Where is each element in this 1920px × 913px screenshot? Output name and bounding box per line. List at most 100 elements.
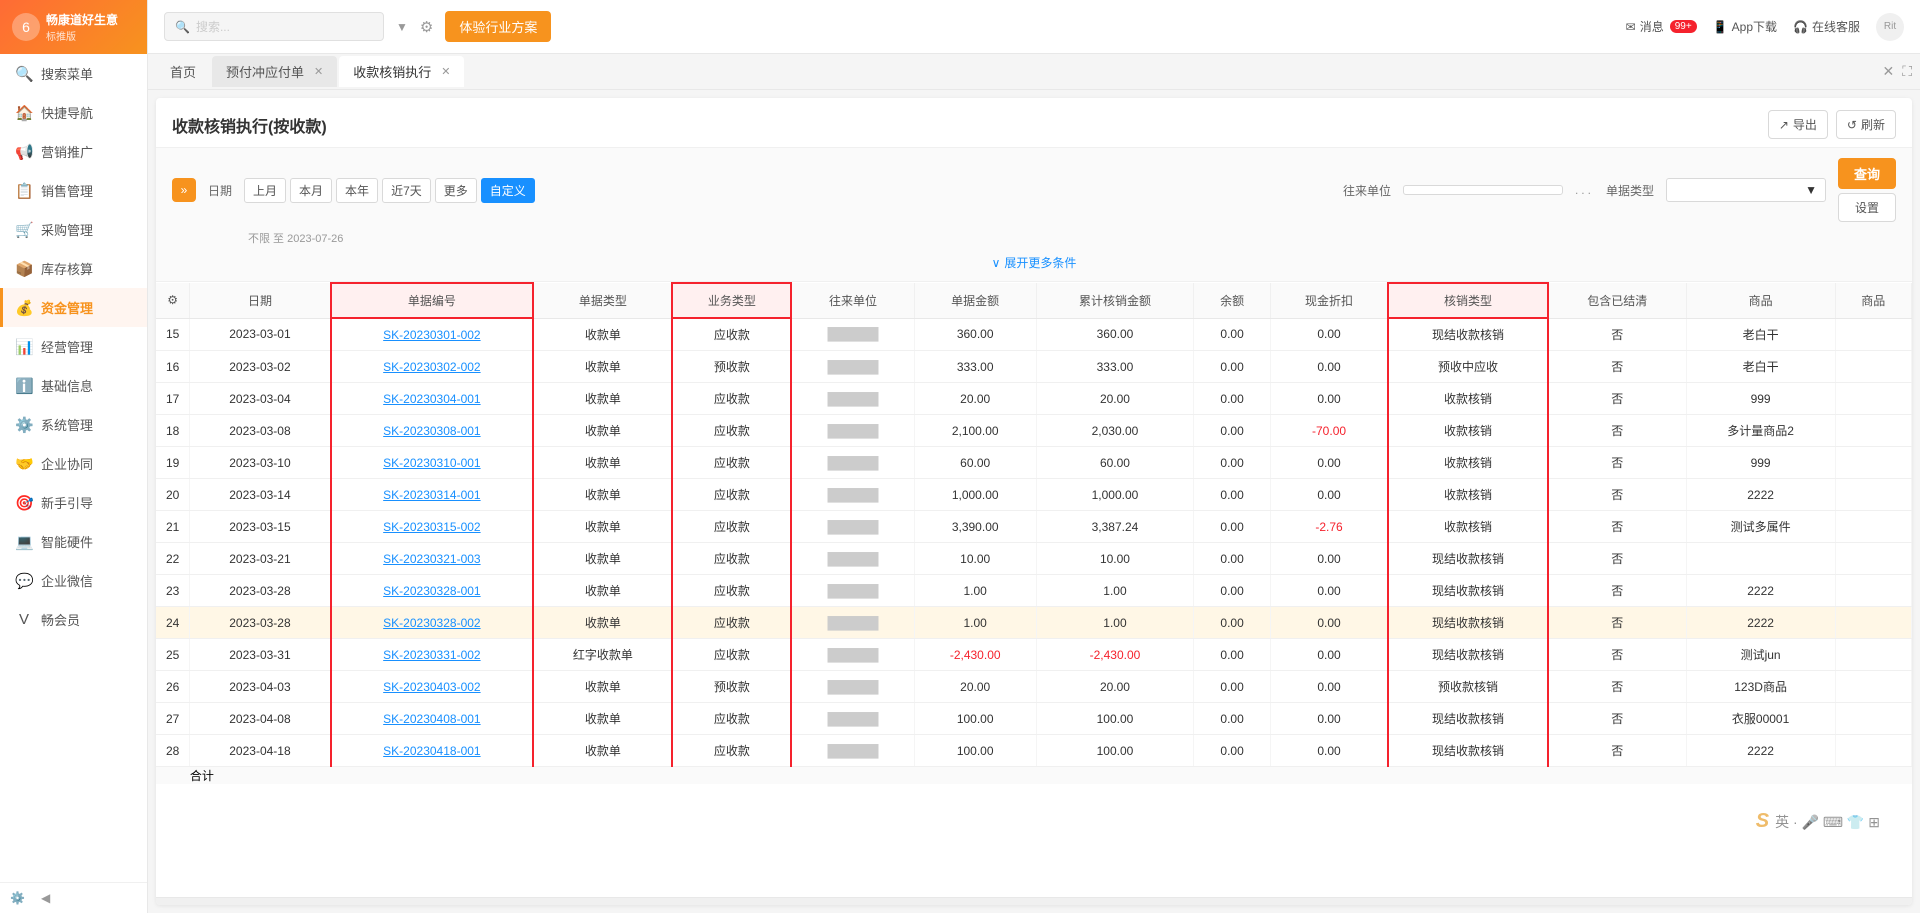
export-button[interactable]: ↗ 导出 (1768, 110, 1828, 139)
sidebar-item-marketing[interactable]: 📢 营销推广 (0, 132, 147, 171)
bill-type-select[interactable]: ▼ (1666, 178, 1826, 202)
query-button[interactable]: 查询 (1838, 158, 1896, 189)
cell-bill-no-link[interactable]: SK-20230301-002 (383, 328, 480, 342)
cell-bill-no-link[interactable]: SK-20230315-002 (383, 520, 480, 534)
cell-bill-no[interactable]: SK-20230315-002 (331, 511, 534, 543)
table-row[interactable]: 252023-03-31SK-20230331-002红字收款单应收款█████… (156, 639, 1912, 671)
cell-bill-no[interactable]: SK-20230403-002 (331, 671, 534, 703)
cell-bill-no[interactable]: SK-20230331-002 (331, 639, 534, 671)
cell-bill-no-link[interactable]: SK-20230321-003 (383, 552, 480, 566)
footer-settings (156, 767, 190, 785)
sidebar-item-basic-info[interactable]: ℹ️ 基础信息 (0, 366, 147, 405)
table-row[interactable]: 152023-03-01SK-20230301-002收款单应收款██████3… (156, 318, 1912, 351)
sidebar-navigation: 🔍 搜索菜单 🏠 快捷导航 📢 营销推广 📋 销售管理 🛒 采购管理 📦 库存核… (0, 54, 147, 882)
messages-button[interactable]: ✉ 消息 99+ (1626, 18, 1697, 35)
cell-bill-no-link[interactable]: SK-20230418-001 (383, 744, 480, 758)
industry-solution-button[interactable]: 体验行业方案 (445, 11, 551, 42)
tab-prepay-payable[interactable]: 预付冲应付单 ✕ (212, 56, 337, 87)
tab-close-receipt[interactable]: ✕ (441, 65, 450, 78)
topbar-gear-icon[interactable]: ⚙ (420, 18, 433, 36)
cell-bill-no-link[interactable]: SK-20230403-002 (383, 680, 480, 694)
app-download-button[interactable]: 📱 App下载 (1713, 18, 1777, 35)
tab-close-all-icon[interactable]: ✕ (1882, 63, 1894, 80)
sidebar-item-sales[interactable]: 📋 销售管理 (0, 171, 147, 210)
bell-icon: ✉ (1626, 20, 1636, 34)
cell-bill-no-link[interactable]: SK-20230310-001 (383, 456, 480, 470)
cell-bill-no[interactable]: SK-20230418-001 (331, 735, 534, 767)
table-row[interactable]: 172023-03-04SK-20230304-001收款单应收款██████2… (156, 383, 1912, 415)
sidebar-item-purchase[interactable]: 🛒 采购管理 (0, 210, 147, 249)
filter-toggle-button[interactable]: » (172, 178, 196, 202)
expand-more-button[interactable]: ∨ 展开更多条件 (992, 254, 1077, 271)
this-year-button[interactable]: 本年 (336, 178, 378, 203)
cell-bill-no[interactable]: SK-20230328-001 (331, 575, 534, 607)
refresh-button[interactable]: ↺ 刷新 (1836, 110, 1896, 139)
tab-close-prepay[interactable]: ✕ (314, 65, 323, 78)
last-month-button[interactable]: 上月 (244, 178, 286, 203)
user-avatar[interactable]: Rit (1876, 13, 1904, 41)
sidebar-item-quick-nav[interactable]: 🏠 快捷导航 (0, 93, 147, 132)
cell-bill-no-link[interactable]: SK-20230304-001 (383, 392, 480, 406)
col-header-settings[interactable]: ⚙ (156, 283, 190, 318)
table-row[interactable]: 212023-03-15SK-20230315-002收款单应收款██████3… (156, 511, 1912, 543)
table-row[interactable]: 162023-03-02SK-20230302-002收款单预收款██████3… (156, 351, 1912, 383)
cell-bill-no[interactable]: SK-20230328-002 (331, 607, 534, 639)
setting-button[interactable]: 设置 (1838, 193, 1896, 222)
cell-bill-no-link[interactable]: SK-20230331-002 (383, 648, 480, 662)
col-header-include-settled: 包含已结清 (1548, 283, 1686, 318)
table-row[interactable]: 192023-03-10SK-20230310-001收款单应收款██████6… (156, 447, 1912, 479)
more-dates-button[interactable]: 更多 (435, 178, 477, 203)
horizontal-scrollbar[interactable] (156, 897, 1912, 905)
cell-bill-no[interactable]: SK-20230304-001 (331, 383, 534, 415)
cell-bill-no-link[interactable]: SK-20230302-002 (383, 360, 480, 374)
sidebar-item-finance[interactable]: 💰 资金管理 (0, 288, 147, 327)
cell-bill-no[interactable]: SK-20230314-001 (331, 479, 534, 511)
unit-input[interactable] (1403, 185, 1563, 195)
table-row[interactable]: 182023-03-08SK-20230308-001收款单应收款██████2… (156, 415, 1912, 447)
cell-bill-no[interactable]: SK-20230302-002 (331, 351, 534, 383)
cell-bill-no[interactable]: SK-20230301-002 (331, 318, 534, 351)
sidebar-item-wechat[interactable]: 💬 企业微信 (0, 561, 147, 600)
cell-balance: 0.00 (1194, 383, 1270, 415)
cell-bill-no-link[interactable]: SK-20230408-001 (383, 712, 480, 726)
this-month-button[interactable]: 本月 (290, 178, 332, 203)
cell-biz-type: 应收款 (672, 607, 791, 639)
table-row[interactable]: 242023-03-28SK-20230328-002收款单应收款██████1… (156, 607, 1912, 639)
cell-bill-no-link[interactable]: SK-20230328-001 (383, 584, 480, 598)
sidebar-item-inventory[interactable]: 📦 库存核算 (0, 249, 147, 288)
cell-bill-no[interactable]: SK-20230408-001 (331, 703, 534, 735)
cell-bill-no-link[interactable]: SK-20230308-001 (383, 424, 480, 438)
cell-bill-no[interactable]: SK-20230310-001 (331, 447, 534, 479)
cell-bill-no[interactable]: SK-20230308-001 (331, 415, 534, 447)
cell-include-settled: 否 (1548, 607, 1686, 639)
tab-receipt-writeoff[interactable]: 收款核销执行 ✕ (339, 56, 464, 87)
custom-date-button[interactable]: 自定义 (481, 178, 535, 203)
table-row[interactable]: 272023-04-08SK-20230408-001收款单应收款██████1… (156, 703, 1912, 735)
table-row[interactable]: 282023-04-18SK-20230418-001收款单应收款██████1… (156, 735, 1912, 767)
sidebar-item-search[interactable]: 🔍 搜索菜单 (0, 54, 147, 93)
sidebar-item-operations[interactable]: 📊 经营管理 (0, 327, 147, 366)
main-area: 🔍 搜索... ▼ ⚙ 体验行业方案 ✉ 消息 99+ 📱 App下载 🎧 在线… (148, 0, 1920, 913)
settings-icon[interactable]: ⚙️ (10, 891, 25, 905)
sidebar-item-member[interactable]: V 畅会员 (0, 600, 147, 639)
topbar-chevron-icon[interactable]: ▼ (396, 20, 408, 34)
collapse-icon[interactable]: ◀ (41, 891, 50, 905)
col-header-cash-discount: 现金折扣 (1270, 283, 1388, 318)
table-row[interactable]: 262023-04-03SK-20230403-002收款单预收款██████2… (156, 671, 1912, 703)
cell-bill-no-link[interactable]: SK-20230328-002 (383, 616, 480, 630)
table-row[interactable]: 222023-03-21SK-20230321-003收款单应收款██████1… (156, 543, 1912, 575)
topbar-search[interactable]: 🔍 搜索... (164, 12, 384, 41)
tab-expand-icon[interactable]: ⛶ (1902, 63, 1912, 80)
cell-bill-no-link[interactable]: SK-20230314-001 (383, 488, 480, 502)
online-service-button[interactable]: 🎧 在线客服 (1793, 18, 1860, 35)
table-container[interactable]: ⚙ 日期 单据编号 单据类型 业务类型 往来单位 单据金额 累计核销金额 余额 … (156, 282, 1912, 897)
table-row[interactable]: 202023-03-14SK-20230314-001收款单应收款██████1… (156, 479, 1912, 511)
table-row[interactable]: 232023-03-28SK-20230328-001收款单应收款██████1… (156, 575, 1912, 607)
cell-bill-no[interactable]: SK-20230321-003 (331, 543, 534, 575)
last-7-days-button[interactable]: 近7天 (382, 178, 431, 203)
tab-home[interactable]: 首页 (156, 56, 210, 87)
sidebar-item-hardware[interactable]: 💻 智能硬件 (0, 522, 147, 561)
sidebar-item-enterprise[interactable]: 🤝 企业协同 (0, 444, 147, 483)
sidebar-item-guide[interactable]: 🎯 新手引导 (0, 483, 147, 522)
sidebar-item-system[interactable]: ⚙️ 系统管理 (0, 405, 147, 444)
